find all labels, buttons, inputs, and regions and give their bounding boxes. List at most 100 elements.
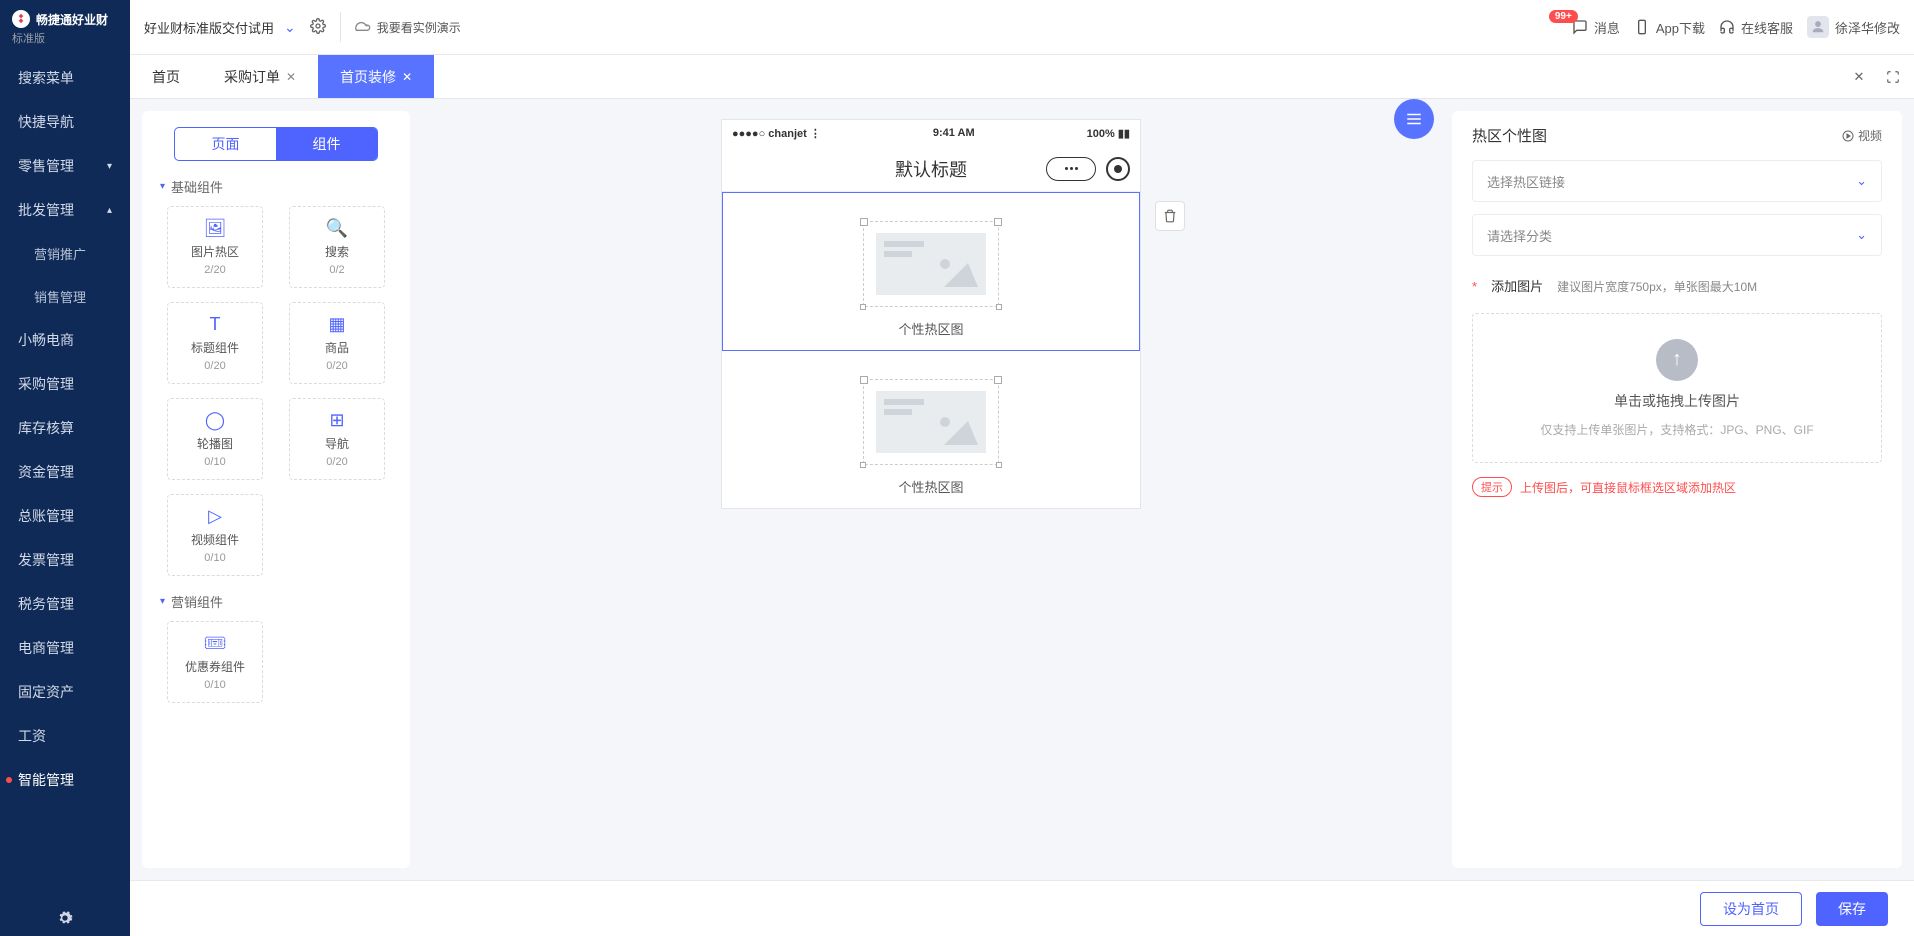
brand-logo: 畅捷通好业财 — [0, 0, 130, 30]
coupon-icon: 🎟 — [204, 633, 227, 654]
comp-coupon[interactable]: 🎟 优惠券组件 0/10 — [167, 621, 263, 703]
add-image-hint: 建议图片宽度750px，单张图最大10M — [1557, 278, 1757, 295]
nav-purchase[interactable]: 采购管理 — [0, 362, 130, 406]
nav-intelligent[interactable]: 智能管理 — [0, 758, 130, 802]
footer: 设为首页 保存 — [130, 880, 1914, 936]
play-circle-icon — [1842, 130, 1854, 142]
nav-tax[interactable]: 税务管理 — [0, 582, 130, 626]
nav-search-menu[interactable]: 搜索菜单 — [0, 56, 130, 100]
select-category[interactable]: 请选择分类 ⌄ — [1472, 214, 1882, 256]
app-download-link[interactable]: App下载 — [1634, 18, 1705, 37]
headset-icon — [1719, 19, 1735, 35]
phone-preview: ●●●●○ chanjet ⋮ 9:41 AM 100% ▮▮ 默认标题 — [721, 119, 1141, 509]
nav-marketing[interactable]: 营销推广 — [0, 232, 130, 275]
nav-salary[interactable]: 工资 — [0, 714, 130, 758]
upload-icon: ↑ — [1656, 339, 1698, 381]
phone-title: 默认标题 — [895, 156, 967, 182]
nav-sales[interactable]: 销售管理 — [0, 275, 130, 318]
save-button[interactable]: 保存 — [1816, 892, 1888, 926]
user-menu[interactable]: 徐泽华修改 — [1807, 16, 1900, 38]
carrier-label: ●●●●○ chanjet ⋮ — [732, 127, 821, 140]
side-nav: 搜索菜单 快捷导航 零售管理▾ 批发管理▴ 营销推广 销售管理 小畅电商 采购管… — [0, 56, 130, 900]
demo-link[interactable]: 我要看实例演示 — [355, 19, 461, 36]
slot-label: 个性热区图 — [898, 319, 963, 338]
gear-icon — [57, 910, 73, 926]
nav-invoice[interactable]: 发票管理 — [0, 538, 130, 582]
close-icon[interactable]: ✕ — [286, 70, 296, 84]
phone-status-bar: ●●●●○ chanjet ⋮ 9:41 AM 100% ▮▮ — [722, 120, 1140, 146]
canvas-slot-2[interactable]: 个性热区图 — [722, 351, 1140, 508]
topbar: 好业财标准版交付试用 ⌄ 我要看实例演示 99+ 消息 App下载 在线客服 — [130, 0, 1914, 55]
group-basic-header[interactable]: ▾ 基础组件 — [160, 177, 392, 196]
phone-time: 9:41 AM — [933, 127, 975, 139]
comp-nav[interactable]: ⊞ 导航 0/20 — [289, 398, 385, 480]
comp-product[interactable]: ▦ 商品 0/20 — [289, 302, 385, 384]
nav-inventory[interactable]: 库存核算 — [0, 406, 130, 450]
required-mark: * — [1472, 279, 1477, 294]
support-link[interactable]: 在线客服 — [1719, 18, 1793, 37]
chevron-up-icon: ▴ — [107, 205, 112, 216]
comp-video[interactable]: ▷ 视频组件 0/10 — [167, 494, 263, 576]
messages-link[interactable]: 99+ 消息 — [1572, 18, 1620, 37]
fullscreen-button[interactable] — [1878, 62, 1908, 92]
more-icon[interactable] — [1046, 157, 1096, 181]
comp-search[interactable]: 🔍 搜索 0/2 — [289, 206, 385, 288]
nav-ledger[interactable]: 总账管理 — [0, 494, 130, 538]
tab-home-decorate[interactable]: 首页装修 ✕ — [318, 55, 434, 98]
tab-purchase-order[interactable]: 采购订单 ✕ — [202, 55, 318, 98]
sidebar-settings[interactable] — [0, 900, 130, 936]
tip-row: 提示 上传图后，可直接鼠标框选区域添加热区 — [1472, 477, 1882, 497]
seg-component[interactable]: 组件 — [276, 128, 377, 160]
cloud-icon — [355, 19, 371, 35]
menu-icon — [1405, 110, 1423, 128]
target-icon[interactable] — [1106, 157, 1130, 181]
nav-wholesale[interactable]: 批发管理▴ — [0, 188, 130, 232]
seg-page[interactable]: 页面 — [175, 128, 276, 160]
divider — [340, 12, 341, 42]
group-marketing-header[interactable]: ▾ 营销组件 — [160, 592, 392, 611]
add-image-label: 添加图片 — [1491, 276, 1543, 295]
component-palette: 页面 组件 ▾ 基础组件 🖼 图片热区 2/20 🔍 搜索 0/2 — [142, 111, 410, 868]
canvas-slot-1[interactable]: 个性热区图 — [722, 192, 1140, 351]
brand-name: 畅捷通好业财 — [36, 11, 108, 28]
tab-close-all-button[interactable]: ✕ — [1844, 62, 1874, 92]
tip-badge: 提示 — [1472, 477, 1512, 497]
select-hotspot-link[interactable]: 选择热区链接 ⌄ — [1472, 160, 1882, 202]
comp-title[interactable]: T 标题组件 0/20 — [167, 302, 263, 384]
nav-ecommerce[interactable]: 电商管理 — [0, 626, 130, 670]
delete-slot-button[interactable] — [1155, 201, 1185, 231]
nav-retail[interactable]: 零售管理▾ — [0, 144, 130, 188]
nav-quick[interactable]: 快捷导航 — [0, 100, 130, 144]
floating-menu-button[interactable] — [1394, 99, 1434, 139]
main-column: 好业财标准版交付试用 ⌄ 我要看实例演示 99+ 消息 App下载 在线客服 — [130, 0, 1914, 936]
chevron-down-icon: ⌄ — [284, 19, 296, 36]
upload-dropzone[interactable]: ↑ 单击或拖拽上传图片 仅支持上传单张图片，支持格式：JPG、PNG、GIF — [1472, 313, 1882, 463]
tab-home[interactable]: 首页 — [130, 55, 202, 98]
canvas: ●●●●○ chanjet ⋮ 9:41 AM 100% ▮▮ 默认标题 — [410, 99, 1452, 880]
product-name: 好业财标准版交付试用 — [144, 18, 274, 37]
product-icon: ▦ — [328, 314, 345, 335]
phone-titlebar: 默认标题 — [722, 146, 1140, 192]
tabs-row: 首页 采购订单 ✕ 首页装修 ✕ ✕ — [130, 55, 1914, 99]
brand-edition: 标准版 — [0, 30, 130, 56]
workspace: 页面 组件 ▾ 基础组件 🖼 图片热区 2/20 🔍 搜索 0/2 — [130, 99, 1914, 880]
upload-text-sub: 仅支持上传单张图片，支持格式：JPG、PNG、GIF — [1540, 421, 1813, 438]
product-selector[interactable]: 好业财标准版交付试用 ⌄ — [144, 18, 296, 37]
set-home-button[interactable]: 设为首页 — [1700, 892, 1802, 926]
settings-button[interactable] — [310, 18, 326, 37]
video-icon: ▷ — [208, 506, 222, 527]
logo-mark-icon — [12, 10, 30, 28]
video-help-link[interactable]: 视频 — [1842, 127, 1882, 144]
phone-battery: 100% ▮▮ — [1087, 127, 1130, 140]
comp-carousel[interactable]: ◯ 轮播图 0/10 — [167, 398, 263, 480]
nav-asset[interactable]: 固定资产 — [0, 670, 130, 714]
comp-image-hotspot[interactable]: 🖼 图片热区 2/20 — [167, 206, 263, 288]
group-basic-grid: 🖼 图片热区 2/20 🔍 搜索 0/2 T 标题组件 0/20 ▦ 商品 — [160, 206, 392, 576]
sidebar: 畅捷通好业财 标准版 搜索菜单 快捷导航 零售管理▾ 批发管理▴ 营销推广 销售… — [0, 0, 130, 936]
nav-eshop[interactable]: 小畅电商 — [0, 318, 130, 362]
upload-text-main: 单击或拖拽上传图片 — [1614, 391, 1740, 411]
nav-fund[interactable]: 资金管理 — [0, 450, 130, 494]
close-icon[interactable]: ✕ — [402, 70, 412, 84]
palette-segment: 页面 组件 — [174, 127, 378, 161]
chevron-down-icon: ▾ — [107, 161, 112, 172]
